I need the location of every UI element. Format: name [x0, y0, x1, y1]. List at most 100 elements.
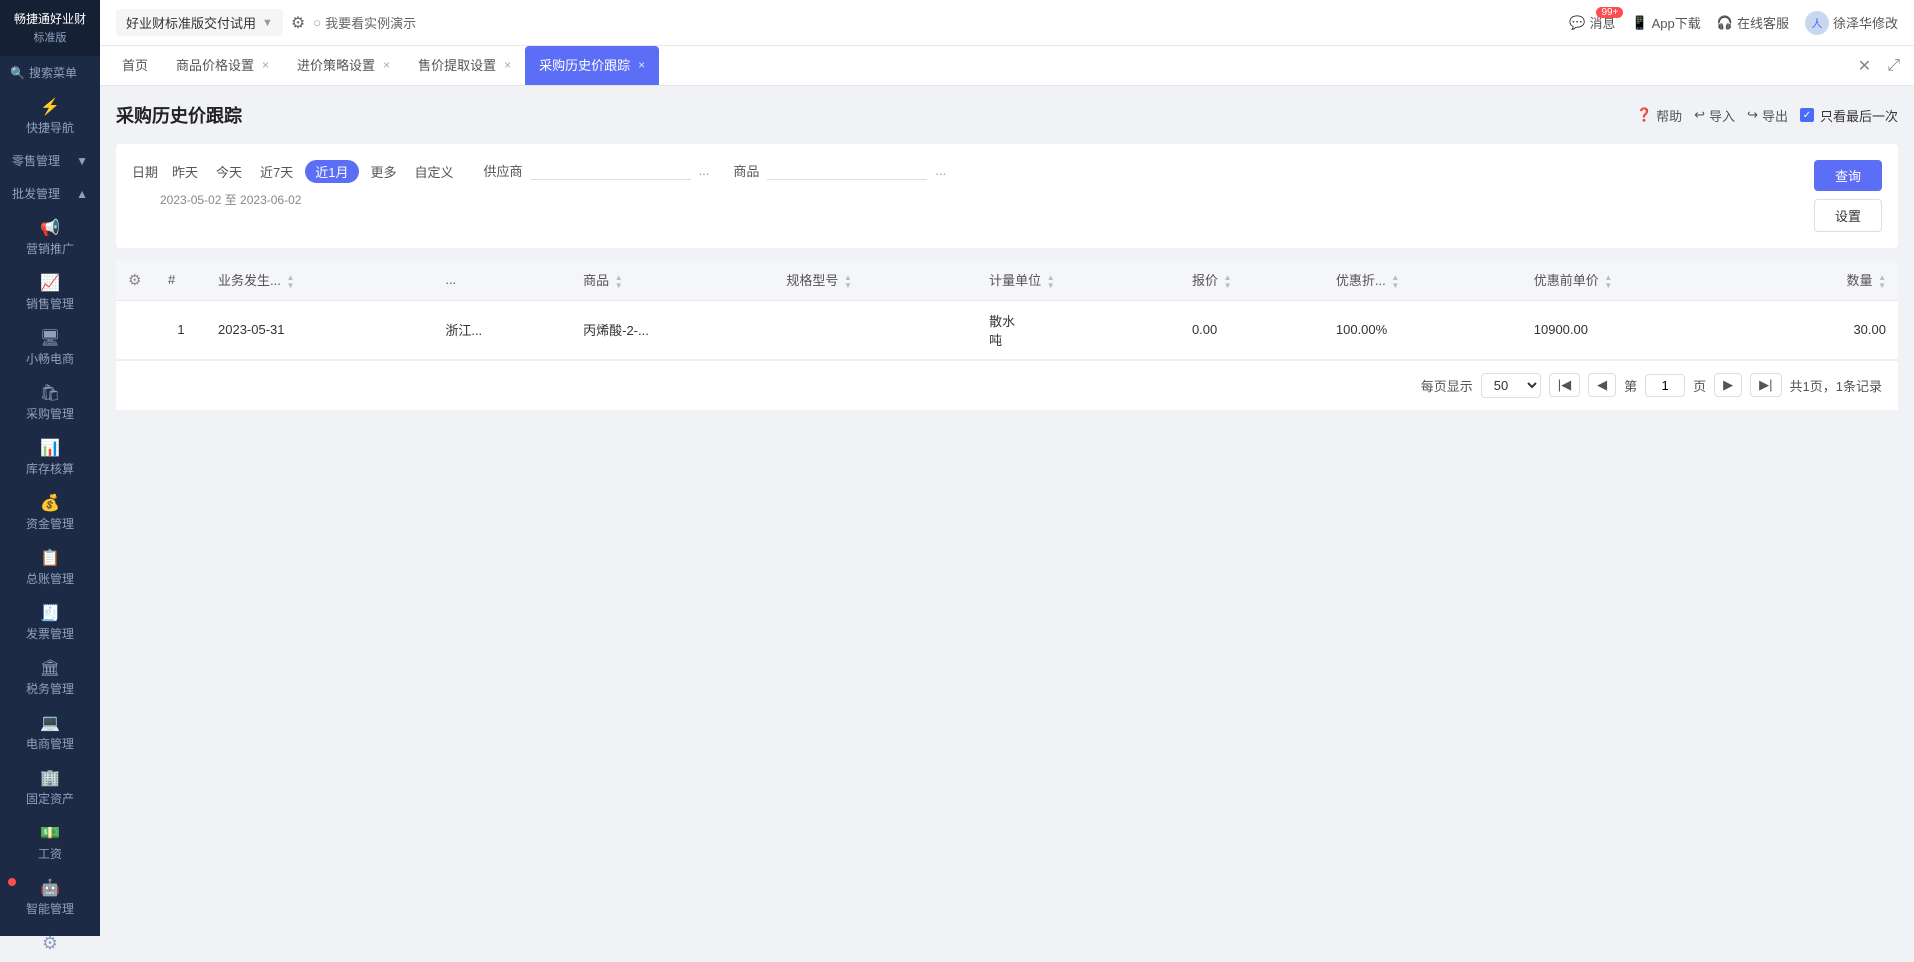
tab-purchase-history-close[interactable]: ×	[638, 58, 645, 72]
date-option-custom[interactable]: 自定义	[409, 160, 460, 183]
assets-icon: 🏢	[40, 768, 60, 788]
tab-purchase-strategy-label: 进价策略设置	[297, 55, 375, 74]
sidebar-item-quick-nav[interactable]: ⚡ 快捷导航	[0, 89, 100, 144]
sidebar-item-label: 税务管理	[26, 680, 74, 697]
sidebar-item-finance[interactable]: 💰 资金管理	[0, 485, 100, 540]
date-option-7days[interactable]: 近7天	[254, 160, 299, 183]
online-service-button[interactable]: 🎧 在线客服	[1717, 13, 1789, 32]
user-profile-button[interactable]: 人 徐泽华修改	[1805, 11, 1898, 35]
sidebar-logo: 畅捷通好业财 标准版	[0, 0, 100, 56]
sidebar-item-ledger[interactable]: 📋 总账管理	[0, 540, 100, 595]
th-quantity[interactable]: 数量 ▲▼	[1754, 260, 1898, 300]
goods-more-btn[interactable]: ...	[935, 163, 946, 178]
th-num: #	[156, 260, 206, 300]
sidebar-item-label: 营销推广	[26, 240, 74, 257]
search-icon: 🔍	[10, 66, 25, 80]
date-option-today[interactable]: 今天	[210, 160, 248, 183]
settings-button[interactable]: 设置	[1814, 199, 1882, 232]
query-button[interactable]: 查询	[1814, 160, 1882, 191]
import-action[interactable]: ↩ 导入	[1694, 106, 1735, 125]
sidebar-item-assets[interactable]: 🏢 固定资产	[0, 760, 100, 815]
sidebar-item-purchase[interactable]: 🛍 采购管理	[0, 375, 100, 430]
topbar-left: 好业财标准版交付试用 ▼ ⚙ ○ 我要看实例演示	[116, 9, 1569, 36]
table-body: 1 2023-05-31 浙江... 丙烯酸-2-... 散水 吨 0.00 1…	[116, 300, 1898, 359]
tab-selling-price-close[interactable]: ×	[504, 58, 511, 72]
supplier-more-btn[interactable]: ...	[699, 163, 710, 178]
date-option-more[interactable]: 更多	[365, 160, 403, 183]
th-goods[interactable]: 商品 ▲▼	[571, 260, 774, 300]
edition-selector[interactable]: 好业财标准版交付试用 ▼	[116, 9, 283, 36]
tab-goods-price-close[interactable]: ×	[262, 58, 269, 72]
export-action[interactable]: ↪ 导出	[1747, 106, 1788, 125]
sidebar-item-wholesale[interactable]: 批发管理 ▲	[0, 177, 100, 210]
sidebar-item-sales[interactable]: 📈 销售管理	[0, 265, 100, 320]
page-last-btn[interactable]: ▶|	[1750, 373, 1781, 397]
sidebar-item-marketing[interactable]: 📢 营销推广	[0, 210, 100, 265]
th-date[interactable]: 业务发生... ▲▼	[206, 260, 433, 300]
sidebar-item-label: 工资	[38, 845, 62, 862]
help-action[interactable]: ❓ 帮助	[1636, 106, 1682, 125]
tab-purchase-history[interactable]: 采购历史价跟踪 ×	[525, 46, 659, 85]
sidebar: 畅捷通好业财 标准版 🔍 搜索菜单 ⚡ 快捷导航 零售管理 ▼ 批发管理 ▲ 📢…	[0, 0, 100, 936]
th-more[interactable]: ...	[433, 260, 571, 300]
th-spec[interactable]: 规格型号 ▲▼	[774, 260, 977, 300]
per-page-select[interactable]: 50 20 100	[1481, 373, 1541, 398]
sidebar-item-ecommerce-small[interactable]: 🖥 小畅电商	[0, 320, 100, 375]
tab-selling-price[interactable]: 售价提取设置 ×	[404, 46, 525, 85]
tab-goods-price-label: 商品价格设置	[176, 55, 254, 74]
sidebar-item-ecommerce[interactable]: 💻 电商管理	[0, 705, 100, 760]
tab-goods-price[interactable]: 商品价格设置 ×	[162, 46, 283, 85]
app-download-button[interactable]: 📱 App下载	[1631, 13, 1700, 32]
tab-maximize-btn[interactable]: ⤢	[1881, 53, 1906, 79]
sidebar-item-label: 总账管理	[26, 570, 74, 587]
th-unit[interactable]: 计量单位 ▲▼	[977, 260, 1180, 300]
message-button[interactable]: 💬 消息 99+	[1569, 13, 1615, 32]
sidebar-item-tax[interactable]: 🏛 税务管理	[0, 650, 100, 705]
column-settings-icon[interactable]: ⚙	[128, 272, 141, 289]
page-number-input[interactable]	[1645, 374, 1685, 397]
th-discount[interactable]: 优惠折... ▲▼	[1324, 260, 1522, 300]
export-label: 导出	[1762, 106, 1788, 125]
page-suffix-label: 页	[1693, 376, 1706, 395]
sidebar-item-retail[interactable]: 零售管理 ▼	[0, 144, 100, 177]
page-next-btn[interactable]: ▶	[1714, 373, 1742, 397]
sidebar-item-payroll[interactable]: 💵 工资	[0, 815, 100, 870]
sidebar-item-inventory[interactable]: 📊 库存核算	[0, 430, 100, 485]
row-unit-val1: 散水	[989, 314, 1015, 329]
sidebar-item-invoice[interactable]: 🧾 发票管理	[0, 595, 100, 650]
tab-home[interactable]: 首页	[108, 46, 162, 85]
demo-button[interactable]: ○ 我要看实例演示	[313, 13, 416, 32]
page-prev-btn[interactable]: ◀	[1588, 373, 1616, 397]
th-price[interactable]: 报价 ▲▼	[1180, 260, 1324, 300]
sort-arrows-qty: ▲▼	[1878, 274, 1886, 290]
chevron-down-icon: ▼	[76, 154, 88, 168]
settings-gear-icon[interactable]: ⚙	[42, 933, 58, 954]
th-prediscount-price[interactable]: 优惠前单价 ▲▼	[1522, 260, 1754, 300]
topbar-settings-icon[interactable]: ⚙	[291, 13, 305, 33]
sort-arrows-date: ▲▼	[286, 274, 294, 290]
th-price-label: 报价	[1192, 273, 1218, 288]
date-filter-group: 日期 昨天 今天 近7天 近1月 更多 自定义 2023-05-02 至 202…	[132, 160, 460, 208]
tab-purchase-strategy-close[interactable]: ×	[383, 58, 390, 72]
date-option-1month[interactable]: 近1月	[305, 160, 358, 183]
topbar: 好业财标准版交付试用 ▼ ⚙ ○ 我要看实例演示 💬 消息 99+ 📱 App下…	[100, 0, 1914, 46]
supplier-filter-input[interactable]	[531, 160, 691, 180]
ai-icon: 🤖	[40, 878, 60, 898]
tabs-bar: 首页 商品价格设置 × 进价策略设置 × 售价提取设置 × 采购历史价跟踪 × …	[100, 46, 1914, 86]
th-spec-label: 规格型号	[786, 273, 838, 288]
date-option-yesterday[interactable]: 昨天	[166, 160, 204, 183]
tab-purchase-strategy[interactable]: 进价策略设置 ×	[283, 46, 404, 85]
only-latest-checkbox[interactable]: 只看最后一次	[1800, 106, 1898, 125]
sidebar-item-ai[interactable]: 🤖 智能管理	[0, 870, 100, 925]
supplier-filter-label: 供应商	[484, 161, 523, 180]
sidebar-search-item[interactable]: 🔍 搜索菜单	[0, 56, 100, 89]
goods-filter-input[interactable]	[767, 160, 927, 180]
quick-nav-icon: ⚡	[40, 97, 60, 117]
page-title: 采购历史价跟踪	[116, 102, 242, 128]
row-more: 浙江...	[433, 300, 571, 359]
tab-close-current-btn[interactable]: ✕	[1852, 52, 1877, 80]
row-discount: 100.00%	[1324, 300, 1522, 359]
import-icon: ↩	[1694, 107, 1705, 123]
page-first-btn[interactable]: |◀	[1549, 373, 1580, 397]
table-row[interactable]: 1 2023-05-31 浙江... 丙烯酸-2-... 散水 吨 0.00 1…	[116, 300, 1898, 359]
